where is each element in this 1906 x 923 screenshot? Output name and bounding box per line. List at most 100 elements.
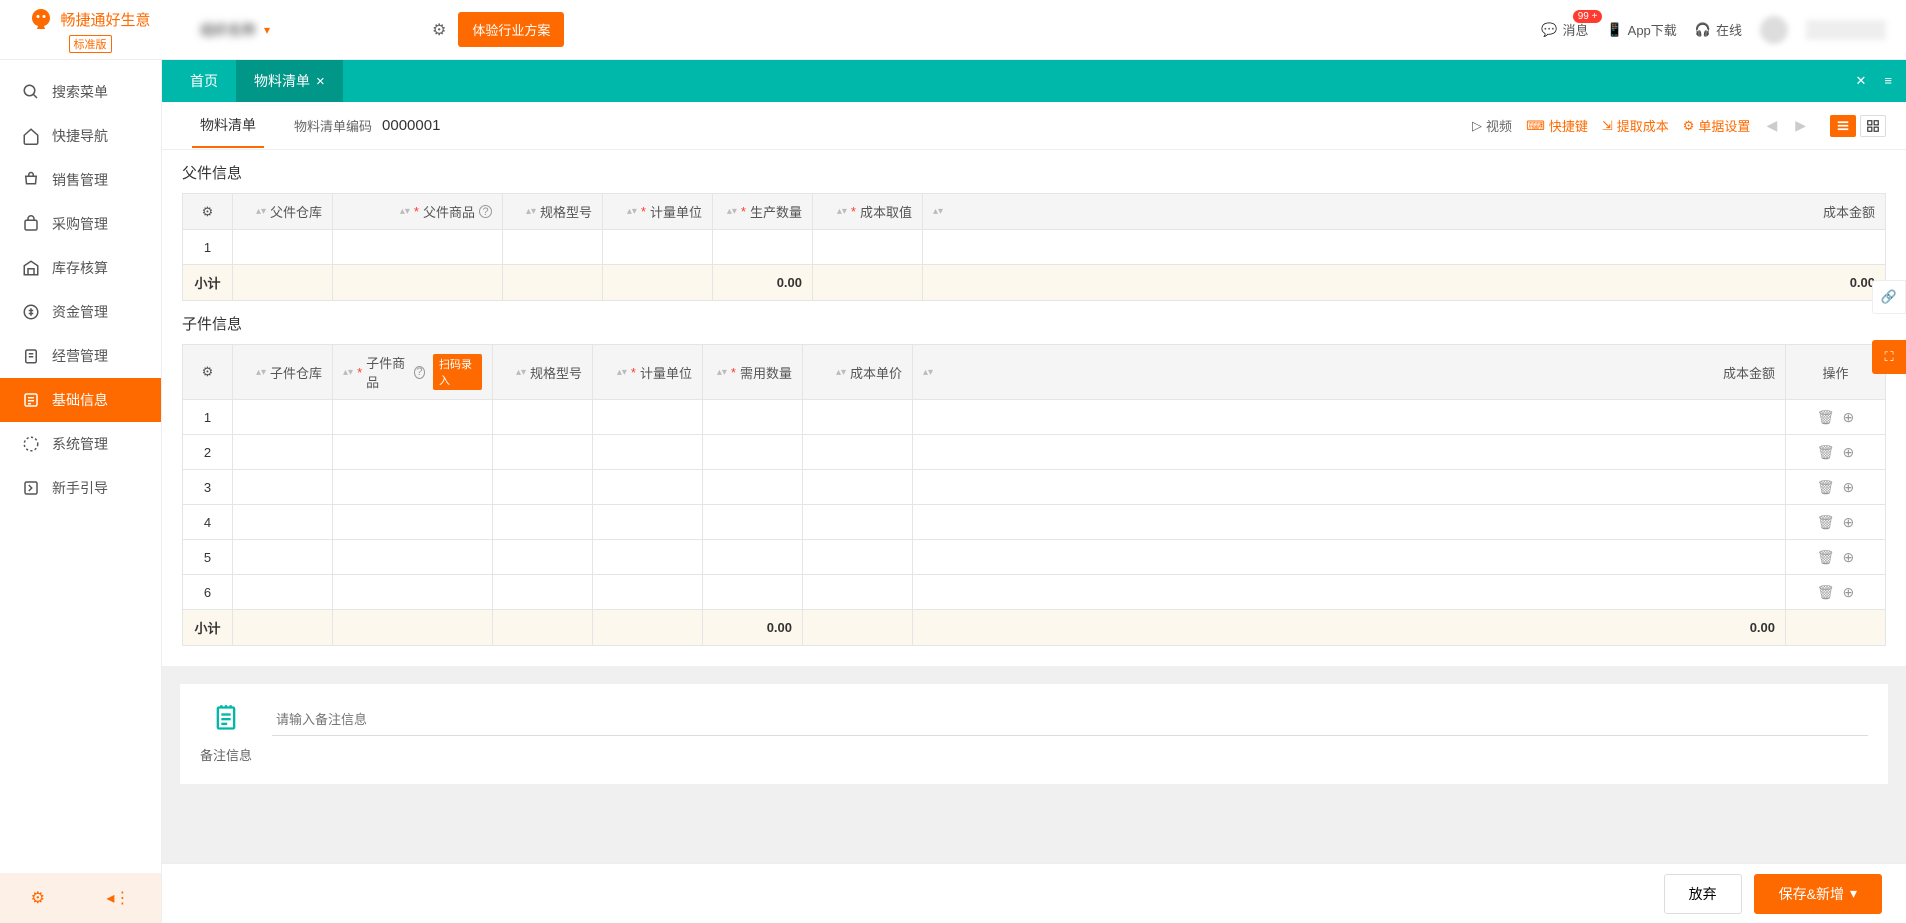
- support-button[interactable]: 🎧 在线: [1695, 20, 1742, 39]
- cell[interactable]: [593, 435, 703, 470]
- cell[interactable]: [493, 505, 593, 540]
- cell[interactable]: [593, 470, 703, 505]
- cell[interactable]: [813, 230, 923, 265]
- cell[interactable]: [913, 470, 1786, 505]
- cell[interactable]: [233, 435, 333, 470]
- cell[interactable]: [923, 230, 1886, 265]
- delete-row-icon[interactable]: 🗑: [1817, 549, 1835, 565]
- cell[interactable]: [333, 540, 493, 575]
- sidebar-item-system[interactable]: 系统管理: [0, 422, 161, 466]
- delete-row-icon[interactable]: 🗑: [1817, 479, 1835, 495]
- cell[interactable]: [493, 400, 593, 435]
- cell[interactable]: [803, 435, 913, 470]
- parent-col-cost-method[interactable]: ▴▾*成本取值: [813, 194, 923, 230]
- add-row-icon[interactable]: ⊕: [1843, 409, 1855, 425]
- cell[interactable]: [493, 470, 593, 505]
- parent-col-cost-amount[interactable]: ▴▾成本金额: [923, 194, 1886, 230]
- sidebar-item-sales[interactable]: 销售管理: [0, 158, 161, 202]
- cell[interactable]: [803, 505, 913, 540]
- delete-row-icon[interactable]: 🗑: [1817, 514, 1835, 530]
- table-row[interactable]: 3🗑⊕: [183, 470, 1886, 505]
- cell[interactable]: [333, 230, 503, 265]
- child-col-qty[interactable]: ▴▾*需用数量: [703, 345, 803, 400]
- shortcut-action[interactable]: ⌨ 快捷键: [1526, 116, 1588, 135]
- table-row[interactable]: 1🗑⊕: [183, 400, 1886, 435]
- tabbar-menu-icon[interactable]: ≡: [1880, 69, 1896, 93]
- cell[interactable]: [713, 230, 813, 265]
- parent-col-product[interactable]: ▴▾*父件商品?: [333, 194, 503, 230]
- cell[interactable]: [603, 230, 713, 265]
- next-arrow-icon[interactable]: ▶: [1793, 117, 1808, 134]
- cell[interactable]: [333, 505, 493, 540]
- prev-arrow-icon[interactable]: ◀: [1764, 117, 1779, 134]
- cell[interactable]: [493, 540, 593, 575]
- close-icon[interactable]: ×: [316, 73, 325, 90]
- table-row[interactable]: 6🗑⊕: [183, 575, 1886, 610]
- cell[interactable]: [803, 470, 913, 505]
- cell[interactable]: [803, 400, 913, 435]
- parent-col-spec[interactable]: ▴▾规格型号: [503, 194, 603, 230]
- avatar[interactable]: [1760, 16, 1788, 44]
- cell[interactable]: [703, 400, 803, 435]
- table-row[interactable]: 1: [183, 230, 1886, 265]
- gear-column-header[interactable]: ⚙: [183, 345, 233, 400]
- save-new-button[interactable]: 保存&新增 ▾: [1754, 874, 1882, 914]
- parent-col-unit[interactable]: ▴▾*计量单位: [603, 194, 713, 230]
- cell[interactable]: [333, 470, 493, 505]
- cell[interactable]: [333, 575, 493, 610]
- child-col-cost-price[interactable]: ▴▾成本单价: [803, 345, 913, 400]
- table-row[interactable]: 2🗑⊕: [183, 435, 1886, 470]
- cell[interactable]: [703, 575, 803, 610]
- cell[interactable]: [333, 400, 493, 435]
- sidebar-item-operation[interactable]: 经营管理: [0, 334, 161, 378]
- grid-view-toggle[interactable]: [1860, 115, 1886, 137]
- video-action[interactable]: ▷ 视频: [1472, 116, 1512, 135]
- child-col-unit[interactable]: ▴▾*计量单位: [593, 345, 703, 400]
- cell[interactable]: [803, 540, 913, 575]
- cell[interactable]: [703, 505, 803, 540]
- scan-button[interactable]: 扫码录入: [433, 354, 482, 390]
- sidebar-item-finance[interactable]: 资金管理: [0, 290, 161, 334]
- add-row-icon[interactable]: ⊕: [1843, 514, 1855, 530]
- tab-home[interactable]: 首页: [172, 60, 236, 102]
- messages-button[interactable]: 💬 消息 99 +: [1541, 20, 1588, 39]
- sidebar-item-search[interactable]: 搜索菜单: [0, 70, 161, 114]
- help-icon[interactable]: ?: [414, 366, 425, 379]
- child-col-cost-amount[interactable]: ▴▾成本金额: [913, 345, 1786, 400]
- gear-column-header[interactable]: ⚙: [183, 194, 233, 230]
- cell[interactable]: [593, 505, 703, 540]
- cell[interactable]: [703, 470, 803, 505]
- sidebar-item-baseinfo[interactable]: 基础信息: [0, 378, 161, 422]
- cell[interactable]: [913, 400, 1786, 435]
- tabbar-close-icon[interactable]: ✕: [1852, 69, 1871, 93]
- cell[interactable]: [913, 540, 1786, 575]
- help-icon[interactable]: ?: [479, 205, 492, 218]
- cell[interactable]: [493, 575, 593, 610]
- doc-settings-action[interactable]: ⚙ 单据设置: [1683, 116, 1751, 135]
- child-col-spec[interactable]: ▴▾规格型号: [493, 345, 593, 400]
- cell[interactable]: [593, 575, 703, 610]
- remarks-input[interactable]: [272, 704, 1868, 736]
- expand-float-tab[interactable]: ⛶: [1872, 340, 1906, 374]
- cell[interactable]: [233, 470, 333, 505]
- sidebar-item-quicknav[interactable]: 快捷导航: [0, 114, 161, 158]
- promo-button[interactable]: 体验行业方案: [458, 12, 564, 47]
- add-row-icon[interactable]: ⊕: [1843, 549, 1855, 565]
- sidebar-item-inventory[interactable]: 库存核算: [0, 246, 161, 290]
- add-row-icon[interactable]: ⊕: [1843, 479, 1855, 495]
- cell[interactable]: [593, 540, 703, 575]
- parent-col-qty[interactable]: ▴▾*生产数量: [713, 194, 813, 230]
- cell[interactable]: [503, 230, 603, 265]
- discard-button[interactable]: 放弃: [1664, 874, 1742, 914]
- cell[interactable]: [233, 230, 333, 265]
- cell[interactable]: [913, 505, 1786, 540]
- table-row[interactable]: 4🗑⊕: [183, 505, 1886, 540]
- cell[interactable]: [233, 540, 333, 575]
- tab-bom[interactable]: 物料清单 ×: [236, 60, 343, 102]
- cell[interactable]: [333, 435, 493, 470]
- child-col-product[interactable]: ▴▾*子件商品?扫码录入: [333, 345, 493, 400]
- sidebar-collapse-icon[interactable]: ◂⋮: [106, 888, 130, 908]
- cell[interactable]: [233, 575, 333, 610]
- delete-row-icon[interactable]: 🗑: [1817, 584, 1835, 600]
- list-view-toggle[interactable]: [1830, 115, 1856, 137]
